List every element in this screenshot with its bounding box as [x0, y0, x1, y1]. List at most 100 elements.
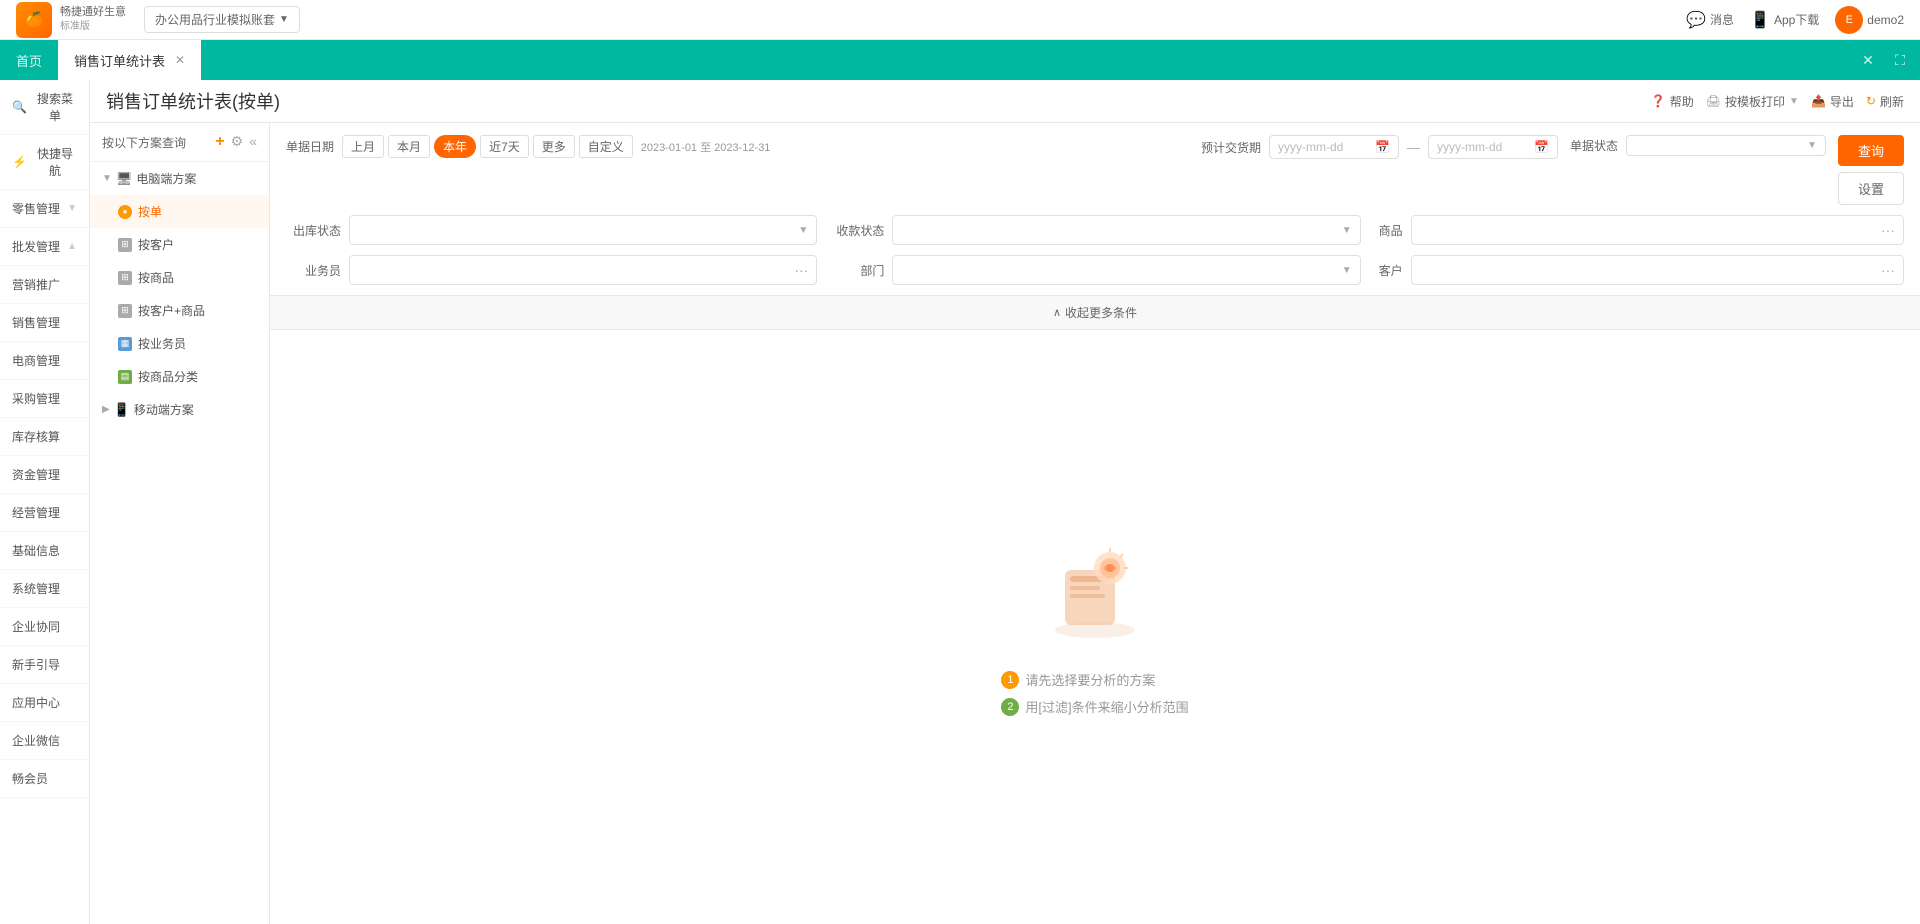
scheme-group-pc-header[interactable]: ▼ 🖥 电脑端方案	[90, 162, 269, 195]
scheme-item-by-customer[interactable]: ⊞ 按客户	[90, 228, 269, 261]
query-actions: 查询 设置	[1838, 135, 1904, 205]
user-name: demo2	[1867, 13, 1904, 27]
sidebar-item-sales[interactable]: 销售管理	[0, 304, 89, 342]
date-btn-last-7-days[interactable]: 近7天	[480, 135, 529, 158]
sidebar-quick-nav[interactable]: ⚡ 快捷导航	[0, 135, 89, 190]
app-icon: 📱	[1750, 10, 1770, 30]
date-btn-more[interactable]: 更多	[533, 135, 575, 158]
expected-date-to[interactable]: yyyy-mm-dd 📅	[1428, 135, 1558, 159]
salesman-input[interactable]: ···	[349, 255, 817, 285]
by-product-label: 按商品	[138, 269, 174, 286]
collapse-bar[interactable]: ∧ 收起更多条件	[270, 296, 1920, 330]
sidebar-item-marketing[interactable]: 营销推广	[0, 266, 89, 304]
sidebar-item-wechat[interactable]: 企业微信	[0, 722, 89, 760]
collapse-up-icon: ∧	[1053, 306, 1061, 319]
by-product-category-icon: ▤	[118, 370, 132, 384]
date-btn-this-year[interactable]: 本年	[434, 135, 476, 158]
sidebar-item-basics[interactable]: 基础信息	[0, 532, 89, 570]
nav-close-btn[interactable]: ✕	[1856, 48, 1880, 72]
user-menu[interactable]: E demo2	[1835, 6, 1904, 34]
calendar-to-icon: 📅	[1534, 140, 1549, 154]
by-order-icon: ●	[118, 205, 132, 219]
refresh-action[interactable]: ↻ 刷新	[1866, 93, 1904, 110]
topbar-actions: ❓ 帮助 🖨 按模板打印 ▼ 📤 导出 ↻ 刷新	[1651, 93, 1904, 110]
scheme-item-by-product-category[interactable]: ▤ 按商品分类	[90, 360, 269, 393]
company-name: 办公用品行业模拟账套	[155, 11, 275, 28]
scheme-item-by-product[interactable]: ⊞ 按商品	[90, 261, 269, 294]
empty-tips: 1 请先选择要分析的方案 2 用[过滤]条件来缩小分析范围	[1001, 670, 1188, 724]
avatar: E	[1835, 6, 1863, 34]
customer-group: 客户 ···	[1373, 255, 1904, 285]
status-filter-group: 单据状态 ▼	[1570, 135, 1826, 156]
sidebar-quick-nav-label: 快捷导航	[33, 145, 77, 179]
empty-tip-2: 2 用[过滤]条件来缩小分析范围	[1001, 697, 1188, 716]
top-header: 🍊 畅捷通好生意 标准版 办公用品行业模拟账套 ▼ 💬 消息 📱 App下载 E…	[0, 0, 1920, 40]
tip-num-2: 2	[1001, 698, 1019, 716]
scheme-item-by-order[interactable]: ● 按单	[90, 195, 269, 228]
sidebar-item-inventory[interactable]: 库存核算	[0, 418, 89, 456]
status-select[interactable]: ▼	[1626, 135, 1826, 156]
print-action[interactable]: 🖨 按模板打印 ▼	[1706, 93, 1799, 110]
nav-expand-btn[interactable]: ⛶	[1888, 48, 1912, 72]
scheme-add-btn[interactable]: +	[215, 133, 224, 151]
tab-home[interactable]: 首页	[0, 40, 58, 80]
company-selector[interactable]: 办公用品行业模拟账套 ▼	[144, 6, 300, 33]
sidebar-item-newbie[interactable]: 新手引导	[0, 646, 89, 684]
sidebar-item-apps-label: 应用中心	[12, 694, 60, 711]
expected-date-from[interactable]: yyyy-mm-dd 📅	[1269, 135, 1399, 159]
scheme-group-pc: ▼ 🖥 电脑端方案 ● 按单 ⊞ 按客户	[90, 162, 269, 393]
sidebar-search[interactable]: 🔍 搜索菜单	[0, 80, 89, 135]
department-select[interactable]: ▼	[892, 255, 1360, 285]
date-label: 单据日期	[286, 138, 334, 155]
header-right: 💬 消息 📱 App下载 E demo2	[1686, 6, 1904, 34]
company-dropdown-icon: ▼	[279, 14, 289, 25]
brand-info: 畅捷通好生意 标准版	[60, 6, 126, 32]
scheme-group-mobile: ▶ 📱 移动端方案	[90, 393, 269, 426]
sidebar-item-sales-label: 销售管理	[12, 314, 60, 331]
sidebar-item-retail[interactable]: 零售管理 ▼	[0, 190, 89, 228]
ship-status-select[interactable]: ▼	[349, 215, 817, 245]
ship-status-group: 出库状态 ▼	[286, 215, 817, 245]
sidebar-item-apps[interactable]: 应用中心	[0, 684, 89, 722]
header-left: 🍊 畅捷通好生意 标准版 办公用品行业模拟账套 ▼	[16, 2, 300, 38]
sidebar-item-retail-label: 零售管理	[12, 200, 60, 217]
app-download-btn[interactable]: 📱 App下载	[1750, 10, 1819, 30]
sidebar-search-label: 搜索菜单	[33, 90, 77, 124]
sidebar-item-wholesale-label: 批发管理	[12, 238, 60, 255]
help-action[interactable]: ❓ 帮助	[1651, 93, 1694, 110]
expected-date-group: 预计交货期 yyyy-mm-dd 📅 — yyyy-mm-dd 📅	[1201, 135, 1558, 159]
tab-sales-order-stats[interactable]: 销售订单统计表 ✕	[58, 40, 201, 80]
sidebar-item-system[interactable]: 系统管理	[0, 570, 89, 608]
product-input[interactable]: ···	[1411, 215, 1904, 245]
sidebar-item-member[interactable]: 畅会员	[0, 760, 89, 798]
print-icon: 🖨	[1706, 94, 1721, 108]
settings-button[interactable]: 设置	[1838, 172, 1904, 205]
sidebar-item-purchase[interactable]: 采购管理	[0, 380, 89, 418]
status-chevron-icon: ▼	[1807, 140, 1817, 151]
date-buttons: 上月 本月 本年 近7天 更多 自定义	[342, 135, 633, 158]
sidebar-item-ecommerce[interactable]: 电商管理	[0, 342, 89, 380]
customer-label: 客户	[1373, 262, 1403, 279]
customer-input[interactable]: ···	[1411, 255, 1904, 285]
scheme-collapse-btn[interactable]: «	[249, 133, 257, 151]
sidebar-item-wholesale[interactable]: 批发管理 ▲	[0, 228, 89, 266]
tab-close-icon[interactable]: ✕	[175, 53, 185, 67]
date-btn-last-month[interactable]: 上月	[342, 135, 384, 158]
scheme-item-by-salesman[interactable]: ▦ 按业务员	[90, 327, 269, 360]
sidebar-item-operations[interactable]: 经营管理	[0, 494, 89, 532]
query-button[interactable]: 查询	[1838, 135, 1904, 166]
payment-status-group: 收款状态 ▼	[829, 215, 1360, 245]
date-btn-this-month[interactable]: 本月	[388, 135, 430, 158]
scheme-item-by-customer-product[interactable]: ⊞ 按客户+商品	[90, 294, 269, 327]
scheme-group-mobile-header[interactable]: ▶ 📱 移动端方案	[90, 393, 269, 426]
sidebar-item-finance[interactable]: 资金管理	[0, 456, 89, 494]
payment-status-select[interactable]: ▼	[892, 215, 1360, 245]
scheme-settings-btn[interactable]: ⚙	[231, 133, 244, 151]
message-btn[interactable]: 💬 消息	[1686, 10, 1734, 30]
date-btn-custom[interactable]: 自定义	[579, 135, 633, 158]
sidebar-item-enterprise[interactable]: 企业协同	[0, 608, 89, 646]
refresh-label: 刷新	[1880, 93, 1904, 110]
by-customer-label: 按客户	[138, 236, 174, 253]
filter-row-3: 业务员 ··· 部门 ▼	[286, 255, 1904, 285]
export-action[interactable]: 📤 导出	[1811, 93, 1854, 110]
